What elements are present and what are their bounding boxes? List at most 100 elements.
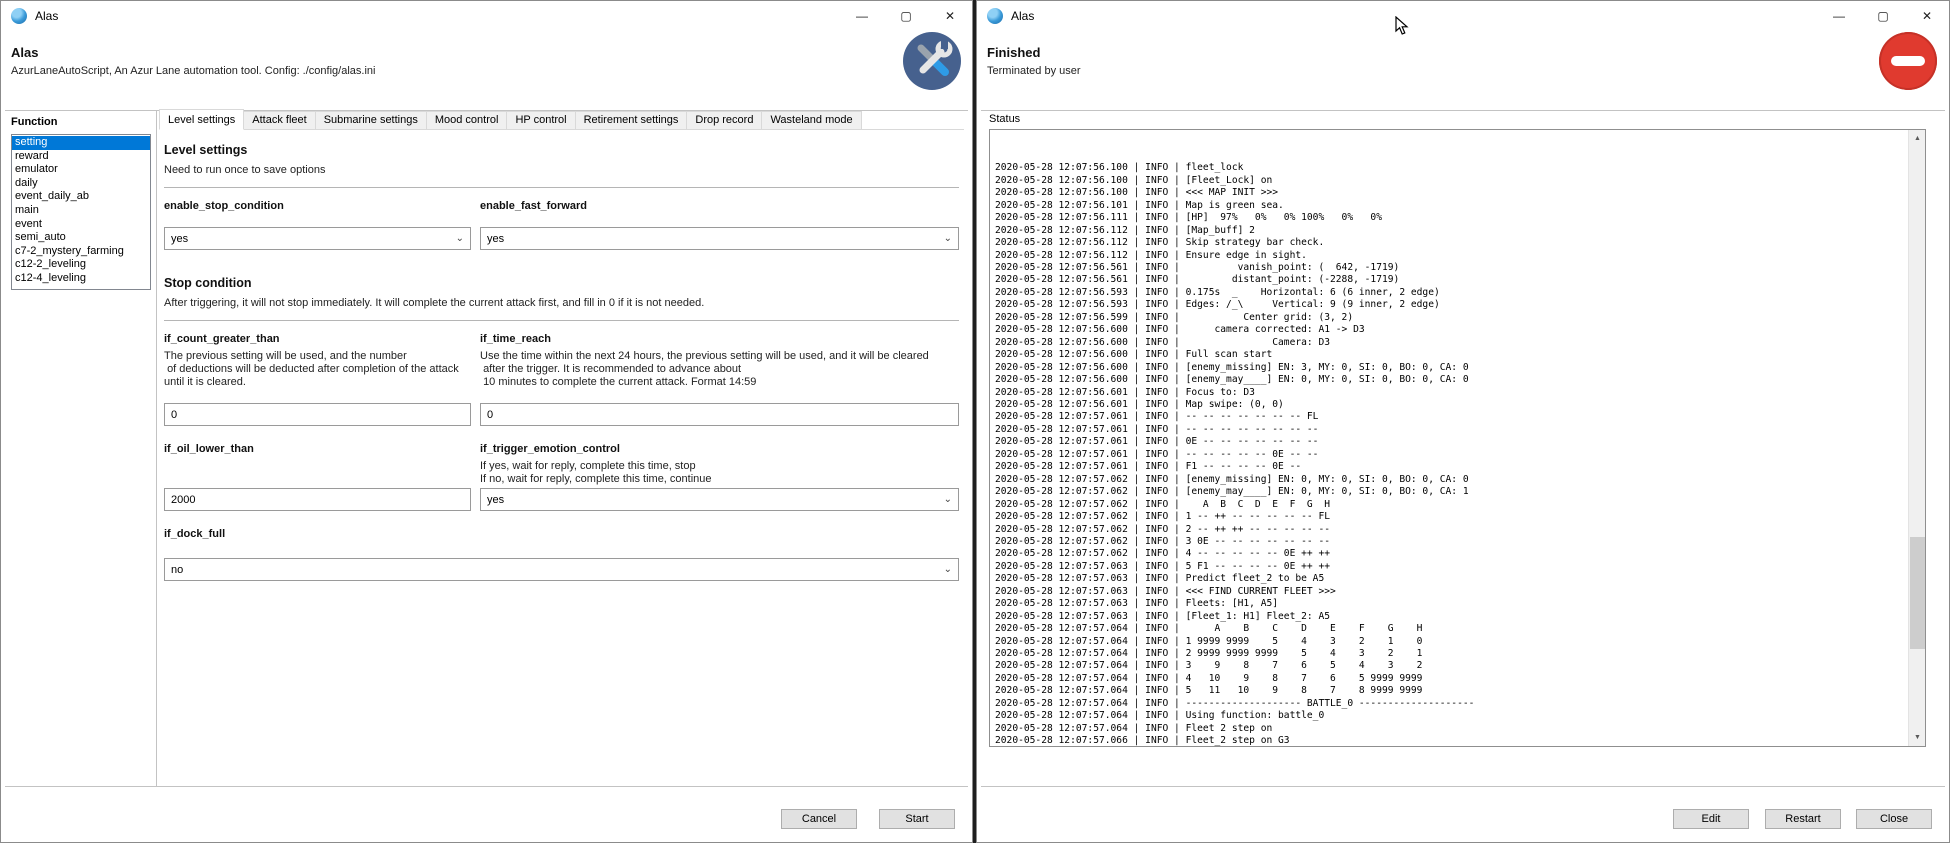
log-line: 2020-05-28 12:07:56.561 | INFO | vanish_… (995, 262, 1925, 274)
titlebar[interactable]: Alas — ▢ ✕ (977, 1, 1949, 31)
function-list-item[interactable]: c12-4_leveling (12, 272, 150, 286)
field-label: if_oil_lower_than (164, 443, 471, 455)
scroll-down-icon: ▼ (1914, 734, 1921, 741)
log-line: 2020-05-28 12:07:57.066 | INFO | Fleet_2… (995, 735, 1925, 747)
log-line: 2020-05-28 12:07:57.063 | INFO | Predict… (995, 573, 1925, 585)
close-icon: ✕ (1922, 10, 1932, 22)
field-enable-stop-condition: enable_stop_condition yes ⌄ (164, 188, 471, 250)
settings-tabs: Level settings Attack fleet Submarine se… (159, 110, 964, 130)
log-line: 2020-05-28 12:07:56.100 | INFO | [Fleet_… (995, 175, 1925, 187)
window-title: Alas (1011, 9, 1817, 23)
settings-tab[interactable]: Drop record (686, 111, 762, 129)
minimize-icon: — (1833, 10, 1845, 22)
panel-border-top (981, 110, 1945, 111)
log-line: 2020-05-28 12:07:57.064 | INFO | Fleet 2… (995, 723, 1925, 735)
alas-log-window: Alas — ▢ ✕ Finished Terminated by user S… (976, 0, 1950, 843)
log-line: 2020-05-28 12:07:56.600 | INFO | [enemy_… (995, 374, 1925, 386)
maximize-button[interactable]: ▢ (884, 1, 928, 31)
close-action-button[interactable]: Close (1856, 809, 1932, 829)
if-time-reach-input[interactable] (480, 403, 959, 426)
field-desc: If yes, wait for reply, complete this ti… (480, 460, 959, 486)
log-line: 2020-05-28 12:07:57.064 | INFO | 3 9 8 7… (995, 660, 1925, 672)
function-list-item[interactable]: c7-2_mystery_farming (12, 245, 150, 259)
settings-tab[interactable]: HP control (506, 111, 575, 129)
function-list-item[interactable]: daily (12, 177, 150, 191)
function-list-item[interactable]: event (12, 218, 150, 232)
settings-tab[interactable]: Retirement settings (575, 111, 688, 129)
restart-button[interactable]: Restart (1765, 809, 1841, 829)
log-line: 2020-05-28 12:07:56.593 | INFO | 0.175s … (995, 287, 1925, 299)
stopped-icon (1879, 32, 1937, 90)
function-list-item[interactable]: main (12, 204, 150, 218)
section-desc-level-settings: Need to run once to save options (164, 164, 959, 176)
cancel-button[interactable]: Cancel (781, 809, 857, 829)
log-line: 2020-05-28 12:07:56.112 | INFO | Skip st… (995, 237, 1925, 249)
settings-tab[interactable]: Submarine settings (315, 111, 427, 129)
field-desc: The previous setting will be used, and t… (164, 350, 471, 401)
close-button[interactable]: ✕ (1905, 1, 1949, 31)
enable-stop-condition-select[interactable]: yes ⌄ (164, 227, 471, 250)
alas-config-window: Alas — ▢ ✕ Alas AzurLaneAutoScript, An A… (0, 0, 973, 843)
sidebar-divider (156, 110, 157, 786)
log-line: 2020-05-28 12:07:56.600 | INFO | [enemy_… (995, 362, 1925, 374)
edit-button[interactable]: Edit (1673, 809, 1749, 829)
field-label: if_count_greater_than (164, 333, 471, 345)
log-line: 2020-05-28 12:07:56.101 | INFO | Map is … (995, 200, 1925, 212)
function-list-item[interactable]: reward (12, 150, 150, 164)
log-line: 2020-05-28 12:07:57.062 | INFO | A B C D… (995, 499, 1925, 511)
scrollbar-thumb[interactable] (1910, 537, 1925, 649)
function-list-item[interactable]: setting (12, 136, 150, 150)
function-panel-title: Function (11, 116, 57, 128)
scroll-up-button[interactable]: ▲ (1909, 130, 1926, 147)
chevron-down-icon: ⌄ (456, 233, 464, 244)
function-list-item[interactable]: emulator (12, 163, 150, 177)
settings-tab[interactable]: Level settings (159, 109, 244, 130)
log-scrollbar[interactable]: ▲ ▼ (1908, 130, 1925, 746)
log-line: 2020-05-28 12:07:57.061 | INFO | 0E -- -… (995, 436, 1925, 448)
select-value: yes (487, 494, 504, 506)
log-line: 2020-05-28 12:07:56.112 | INFO | Ensure … (995, 250, 1925, 262)
settings-tab[interactable]: Mood control (426, 111, 508, 129)
log-line: 2020-05-28 12:07:57.063 | INFO | <<< FIN… (995, 586, 1925, 598)
field-if-trigger-emotion-control: if_trigger_emotion_control If yes, wait … (480, 426, 959, 511)
status-panel-label: Status (989, 113, 1020, 125)
settings-tab[interactable]: Attack fleet (243, 111, 315, 129)
if-trigger-emotion-control-select[interactable]: yes ⌄ (480, 488, 959, 511)
function-list-item[interactable]: event_daily_ab (12, 190, 150, 204)
minimize-icon: — (856, 10, 868, 22)
log-line: 2020-05-28 12:07:56.100 | INFO | <<< MAP… (995, 187, 1925, 199)
field-if-dock-full: if_dock_full no ⌄ (164, 511, 959, 581)
function-list-item[interactable]: semi_auto (12, 231, 150, 245)
if-oil-lower-than-input[interactable] (164, 488, 471, 511)
chevron-down-icon: ⌄ (944, 494, 952, 505)
maximize-button[interactable]: ▢ (1861, 1, 1905, 31)
minimize-button[interactable]: — (840, 1, 884, 31)
field-desc: Use the time within the next 24 hours, t… (480, 350, 959, 401)
log-line: 2020-05-28 12:07:56.601 | INFO | Focus t… (995, 387, 1925, 399)
titlebar[interactable]: Alas — ▢ ✕ (1, 1, 972, 31)
function-list[interactable]: setting reward emulator daily event_dail… (11, 134, 151, 290)
scroll-up-icon: ▲ (1914, 135, 1921, 142)
log-line: 2020-05-28 12:07:56.561 | INFO | distant… (995, 274, 1925, 286)
log-output: 2020-05-28 12:07:56.100 | INFO | fleet_l… (989, 129, 1926, 747)
field-label: if_trigger_emotion_control (480, 443, 959, 455)
close-button[interactable]: ✕ (928, 1, 972, 31)
field-if-time-reach: if_time_reach Use the time within the ne… (480, 321, 959, 426)
if-dock-full-select[interactable]: no ⌄ (164, 558, 959, 581)
start-button[interactable]: Start (879, 809, 955, 829)
log-line: 2020-05-28 12:07:56.111 | INFO | [HP] 97… (995, 212, 1925, 224)
scroll-down-button[interactable]: ▼ (1909, 729, 1926, 746)
settings-tab[interactable]: Wasteland mode (761, 111, 861, 129)
log-line: 2020-05-28 12:07:57.063 | INFO | 5 F1 --… (995, 561, 1925, 573)
enable-fast-forward-select[interactable]: yes ⌄ (480, 227, 959, 250)
panel-border-bottom (981, 786, 1945, 787)
app-logo-icon (11, 8, 27, 24)
maximize-icon: ▢ (1877, 10, 1888, 22)
function-list-item[interactable]: c12-2_leveling (12, 258, 150, 272)
if-count-greater-than-input[interactable] (164, 403, 471, 426)
log-line: 2020-05-28 12:07:57.063 | INFO | Fleets:… (995, 598, 1925, 610)
minimize-button[interactable]: — (1817, 1, 1861, 31)
log-line: 2020-05-28 12:07:56.112 | INFO | [Map_bu… (995, 225, 1925, 237)
log-line: 2020-05-28 12:07:57.064 | INFO | 1 9999 … (995, 636, 1925, 648)
log-line: 2020-05-28 12:07:57.063 | INFO | [Fleet_… (995, 611, 1925, 623)
